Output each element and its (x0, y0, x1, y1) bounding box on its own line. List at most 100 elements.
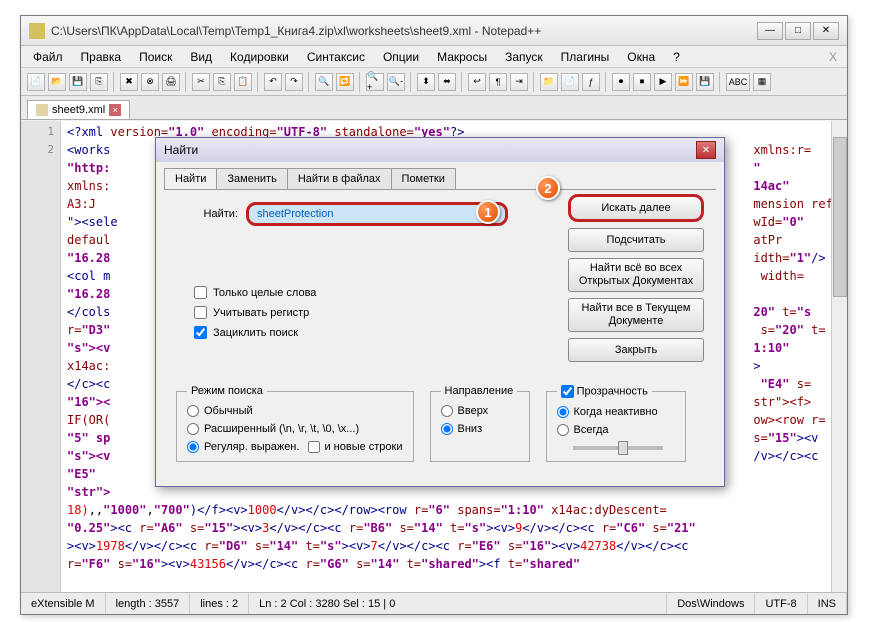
close-icon[interactable]: ✖ (120, 73, 138, 91)
tab-replace[interactable]: Заменить (216, 168, 287, 189)
trans-always[interactable]: Всегда (557, 424, 675, 436)
menu-plugins[interactable]: Плагины (553, 48, 618, 66)
opt-wrap[interactable]: Зациклить поиск (194, 326, 316, 339)
transparency-slider[interactable] (573, 446, 663, 450)
opt-whole-words[interactable]: Только целые слова (194, 286, 316, 299)
close-button[interactable]: Закрыть (568, 338, 704, 362)
menu-windows[interactable]: Окна (619, 48, 663, 66)
dialog-titlebar: Найти ✕ (156, 138, 724, 162)
cut-icon[interactable]: ✂ (192, 73, 210, 91)
menu-file[interactable]: Файл (25, 48, 71, 66)
button-column: Искать далее 2 Подсчитать Найти всё во в… (568, 194, 704, 362)
maximize-button[interactable]: □ (785, 22, 811, 40)
menu-close-x[interactable]: X (823, 50, 843, 64)
funclist-icon[interactable]: ƒ (582, 73, 600, 91)
closeall-icon[interactable]: ⊗ (141, 73, 159, 91)
dialog-tabs: Найти Заменить Найти в файлах Пометки (156, 162, 724, 189)
menu-run[interactable]: Запуск (497, 48, 551, 66)
savemacro-icon[interactable]: 💾 (696, 73, 714, 91)
stop-icon[interactable]: ⏹ (633, 73, 651, 91)
mode-normal[interactable]: Обычный (187, 405, 403, 417)
menu-macros[interactable]: Макросы (429, 48, 495, 66)
menu-syntax[interactable]: Синтаксис (299, 48, 373, 66)
record-icon[interactable]: ⏺ (612, 73, 630, 91)
scroll-thumb[interactable] (833, 137, 847, 297)
dir-down[interactable]: Вниз (441, 423, 519, 435)
callout-marker-1: 1 (476, 200, 500, 224)
tab-findfiles[interactable]: Найти в файлах (287, 168, 392, 189)
find-dialog: Найти ✕ Найти Заменить Найти в файлах По… (155, 137, 725, 487)
doc-icon[interactable]: 📄 (561, 73, 579, 91)
allchars-icon[interactable]: ¶ (489, 73, 507, 91)
open-icon[interactable]: 📂 (48, 73, 66, 91)
wordwrap-icon[interactable]: ↩ (468, 73, 486, 91)
line-gutter: 1 2 (21, 121, 61, 592)
find-label: Найти: (176, 208, 246, 220)
find-icon[interactable]: 🔍 (315, 73, 333, 91)
file-tab[interactable]: sheet9.xml × (27, 100, 130, 119)
undo-icon[interactable]: ↶ (264, 73, 282, 91)
playloop-icon[interactable]: ⏩ (675, 73, 693, 91)
slider-thumb[interactable] (618, 441, 628, 455)
menu-encoding[interactable]: Кодировки (222, 48, 297, 66)
find-next-button[interactable]: Искать далее (568, 194, 704, 222)
play-icon[interactable]: ▶ (654, 73, 672, 91)
opt-match-case[interactable]: Учитывать регистр (194, 306, 316, 319)
new-icon[interactable]: 📄 (27, 73, 45, 91)
mode-regex-radio[interactable] (187, 441, 199, 453)
trans-inactive-radio[interactable] (557, 406, 569, 418)
find-all-current-button[interactable]: Найти все в Текущем Документе (568, 298, 704, 332)
trans-always-radio[interactable] (557, 424, 569, 436)
close-button[interactable]: ✕ (813, 22, 839, 40)
tabbar: sheet9.xml × (21, 96, 847, 120)
folder-icon[interactable]: 📁 (540, 73, 558, 91)
dir-up-radio[interactable] (441, 405, 453, 417)
minimize-button[interactable]: — (757, 22, 783, 40)
zoomin-icon[interactable]: 🔍+ (366, 73, 384, 91)
newlines-checkbox[interactable] (308, 441, 320, 453)
zoomout-icon[interactable]: 🔍- (387, 73, 405, 91)
wrap-checkbox[interactable] (194, 326, 207, 339)
match-case-checkbox[interactable] (194, 306, 207, 319)
mode-normal-radio[interactable] (187, 405, 199, 417)
dir-up[interactable]: Вверх (441, 405, 519, 417)
print-icon[interactable]: 🖨 (162, 73, 180, 91)
docmap-icon[interactable]: ▦ (753, 73, 771, 91)
find-input[interactable] (246, 202, 508, 226)
spellcheck-icon[interactable]: ABC (726, 73, 750, 91)
save-icon[interactable]: 💾 (69, 73, 87, 91)
dialog-body: Найти: ▼ 1 Искать далее 2 Подсчитать Най… (164, 189, 716, 474)
sync-h-icon[interactable]: ⬌ (438, 73, 456, 91)
mode-extended[interactable]: Расширенный (\n, \r, \t, \0, \x...) (187, 423, 403, 435)
replace-icon[interactable]: 🔁 (336, 73, 354, 91)
search-mode-legend: Режим поиска (187, 385, 267, 397)
dialog-close-button[interactable]: ✕ (696, 141, 716, 159)
sync-v-icon[interactable]: ⬍ (417, 73, 435, 91)
find-all-open-button[interactable]: Найти всё во всех Открытых Документах (568, 258, 704, 292)
menu-search[interactable]: Поиск (131, 48, 180, 66)
mode-regex[interactable]: Регуляр. выражен. и новые строки (187, 441, 403, 453)
file-tab-close-icon[interactable]: × (109, 104, 121, 116)
indent-icon[interactable]: ⇥ (510, 73, 528, 91)
copy-icon[interactable]: ⎘ (213, 73, 231, 91)
saveall-icon[interactable]: ⎘ (90, 73, 108, 91)
vertical-scrollbar[interactable] (831, 121, 847, 592)
redo-icon[interactable]: ↷ (285, 73, 303, 91)
search-mode-group: Режим поиска Обычный Расширенный (\n, \r… (176, 385, 414, 462)
dir-down-radio[interactable] (441, 423, 453, 435)
window-controls: — □ ✕ (757, 22, 839, 40)
menu-options[interactable]: Опции (375, 48, 427, 66)
tab-find[interactable]: Найти (164, 168, 217, 189)
paste-icon[interactable]: 📋 (234, 73, 252, 91)
menu-edit[interactable]: Правка (73, 48, 130, 66)
toolbar: 📄 📂 💾 ⎘ ✖ ⊗ 🖨 ✂ ⎘ 📋 ↶ ↷ 🔍 🔁 🔍+ 🔍- ⬍ ⬌ ↩ … (21, 68, 847, 96)
transparency-checkbox[interactable] (561, 385, 574, 398)
transparency-legend[interactable]: Прозрачность (557, 385, 652, 398)
count-button[interactable]: Подсчитать (568, 228, 704, 252)
trans-inactive[interactable]: Когда неактивно (557, 406, 675, 418)
mode-extended-radio[interactable] (187, 423, 199, 435)
menu-view[interactable]: Вид (182, 48, 220, 66)
tab-marks[interactable]: Пометки (391, 168, 456, 189)
menu-help[interactable]: ? (665, 48, 688, 66)
whole-words-checkbox[interactable] (194, 286, 207, 299)
